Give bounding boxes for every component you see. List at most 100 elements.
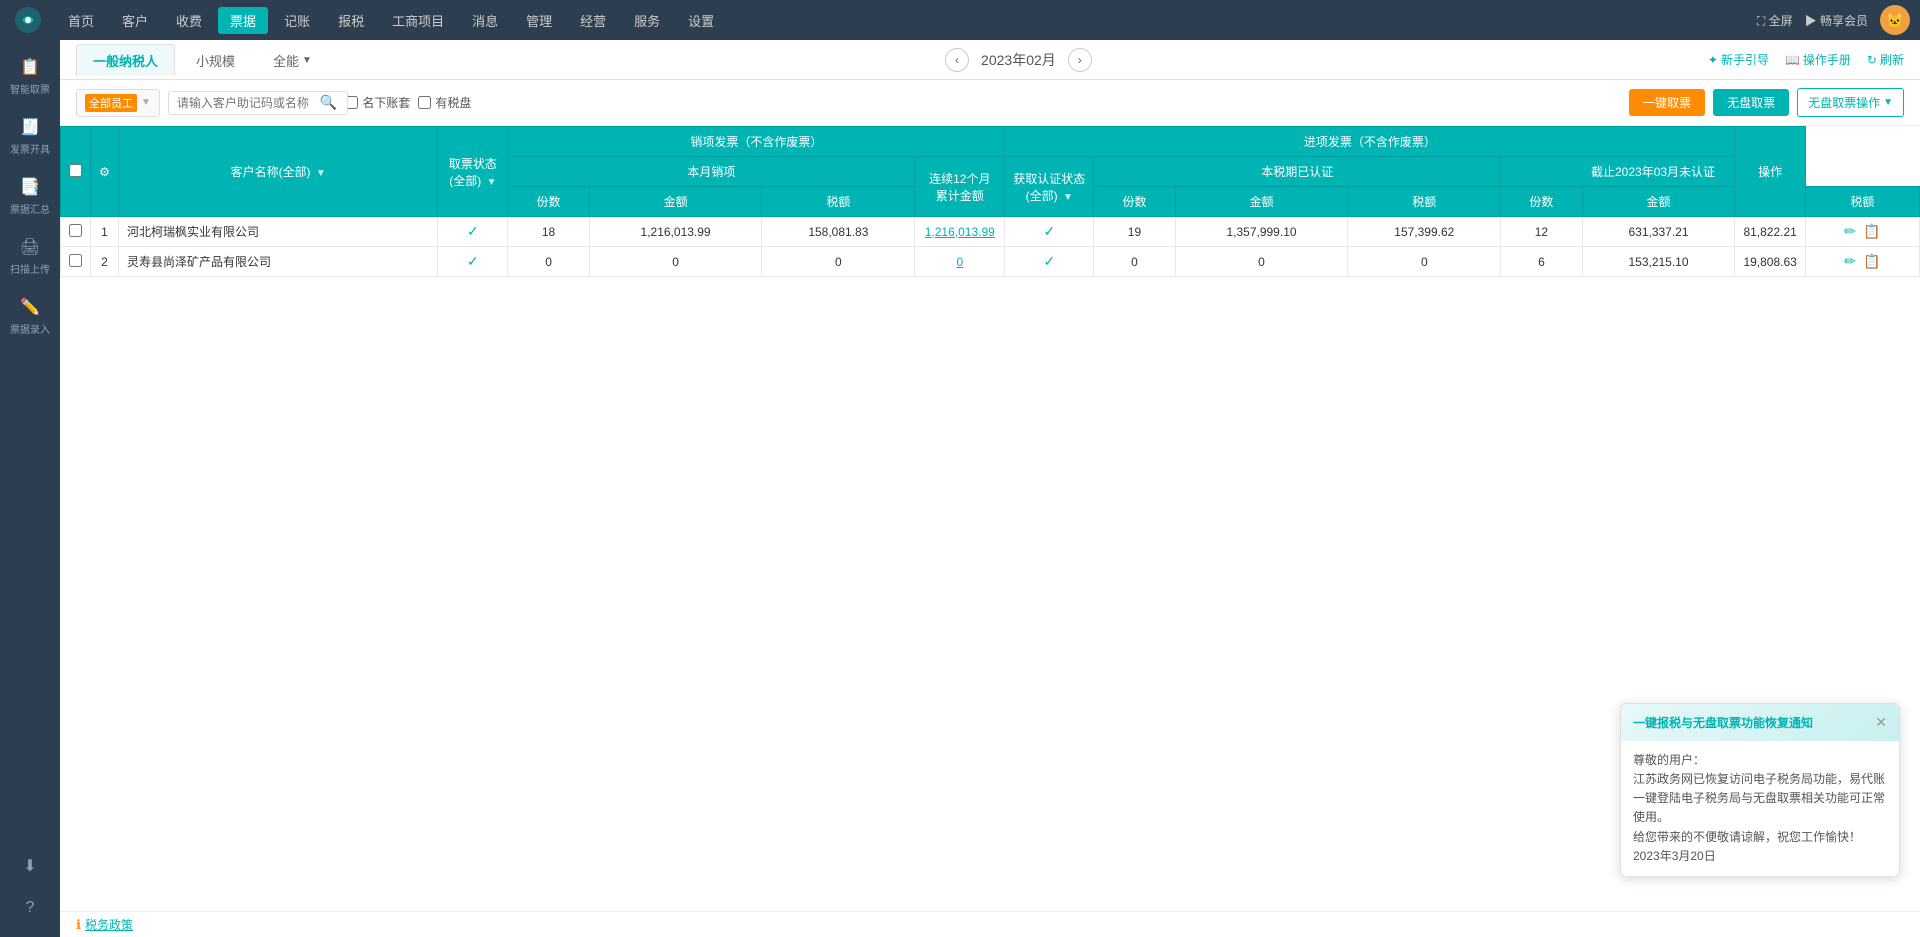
member-btn[interactable]: ▶ 畅享会员 [1805, 12, 1868, 29]
no-disk-ops-chevron: ▼ [1883, 97, 1893, 108]
checkbox-own-accounts[interactable]: 名下账套 [345, 94, 410, 111]
row-pur-uncert-amount-0: 631,337.21 [1582, 217, 1735, 247]
tab-all[interactable]: 全能 ▼ [256, 44, 329, 76]
detail-icon-0[interactable]: 📋 [1863, 223, 1880, 239]
col-pur-uncert-amount: 金额 [1582, 187, 1735, 217]
nav-tax[interactable]: 报税 [326, 7, 376, 34]
auth-status-filter-icon: ▼ [1063, 192, 1073, 203]
toolbar-right: 一键取票 无盘取票 无盘取票操作 ▼ [1629, 88, 1904, 117]
notification-body: 尊敬的用户： 江苏政务网已恢复访问电子税务局功能，易代账一键登陆电子税务局与无盘… [1621, 741, 1899, 876]
new-guide-btn[interactable]: ✦ 新手引导 [1708, 51, 1769, 68]
sidebar-item-smart-fetch[interactable]: 📋 智能取票 [0, 48, 60, 104]
main-table: ⚙ 客户名称(全部) ▼ 取票状态(全部) ▼ 销项发票（不含作废票） 进项发票… [60, 126, 1920, 277]
nav-operation[interactable]: 经营 [568, 7, 618, 34]
nav-message[interactable]: 消息 [460, 7, 510, 34]
avatar[interactable]: 🐱 [1880, 5, 1910, 35]
nav-settings[interactable]: 设置 [676, 7, 726, 34]
row-pur-cert-amount-0: 1,357,999.10 [1175, 217, 1348, 247]
row-auth-status-1: ✓ [1005, 247, 1094, 277]
sidebar-item-invoice-summary[interactable]: 📑 票据汇总 [0, 168, 60, 224]
row-pur-uncert-tax-1: 19,808.63 [1735, 247, 1805, 277]
col-pur-uncert-count: 份数 [1501, 187, 1582, 217]
toolbar: 全部员工 ▼ 🔍 名下账套 有税盘 一键取票 无盘取票 无盘取票操作 ▼ [60, 80, 1920, 126]
row-cumulative-0[interactable]: 1,216,013.99 [915, 217, 1005, 247]
table-row: 1 河北柯瑞枫实业有限公司 ✓ 18 1,216,013.99 158,081.… [61, 217, 1920, 247]
next-period-btn[interactable]: › [1068, 48, 1092, 72]
invoice-summary-icon: 📑 [19, 176, 41, 198]
row-cancel-status-0: ✓ [438, 217, 508, 247]
row-pur-cert-tax-1: 0 [1348, 247, 1501, 277]
nav-items: 首页 客户 收费 票据 记账 报税 工商项目 消息 管理 经营 服务 设置 [56, 7, 1757, 34]
nav-fee[interactable]: 收费 [164, 7, 214, 34]
fullscreen-btn[interactable]: ⛶ 全屏 [1757, 12, 1793, 29]
table-row: 2 灵寿县尚泽矿产品有限公司 ✓ 0 0 0 0 ✓ 0 0 0 6 153,2… [61, 247, 1920, 277]
period-label: 2023年02月 [981, 50, 1056, 70]
nav-manage[interactable]: 管理 [514, 7, 564, 34]
row-checkbox-0[interactable] [61, 217, 91, 247]
tax-policy-link[interactable]: 税务政策 [85, 916, 133, 933]
sidebar-item-invoice-open[interactable]: 🧾 发票开具 [0, 108, 60, 164]
col-purchase-certified-header: 本税期已认证 [1094, 157, 1501, 187]
sidebar-bottom: ⬇ ? [15, 847, 45, 937]
row-pur-cert-count-1: 0 [1094, 247, 1175, 277]
tab-bar: 一般纳税人 小规模 全能 ▼ ‹ 2023年02月 › ✦ 新手引导 📖 操作手… [60, 40, 1920, 80]
row-cumulative-1[interactable]: 0 [915, 247, 1005, 277]
sidebar-download[interactable]: ⬇ [15, 847, 45, 885]
detail-icon-1[interactable]: 📋 [1863, 253, 1880, 269]
nav-invoice[interactable]: 票据 [218, 7, 268, 34]
cancel-status-filter-icon: ▼ [487, 177, 497, 188]
manual-btn[interactable]: 📖 操作手册 [1785, 51, 1851, 68]
notification-text: 尊敬的用户： 江苏政务网已恢复访问电子税务局功能，易代账一键登陆电子税务局与无盘… [1633, 751, 1887, 866]
one-key-fetch-btn[interactable]: 一键取票 [1629, 89, 1705, 116]
sidebar-label-smart-fetch: 智能取票 [10, 81, 50, 96]
row-checkbox-1[interactable] [61, 247, 91, 277]
col-cancel-status-header: 取票状态(全部) ▼ [438, 127, 508, 217]
row-customer-0: 河北柯瑞枫实业有限公司 [119, 217, 438, 247]
top-nav: 首页 客户 收费 票据 记账 报税 工商项目 消息 管理 经营 服务 设置 ⛶ … [0, 0, 1920, 40]
row-pur-cert-tax-0: 157,399.62 [1348, 217, 1501, 247]
employee-select-chevron: ▼ [141, 97, 151, 108]
tab-general-taxpayer[interactable]: 一般纳税人 [76, 44, 175, 76]
notification-close-btn[interactable]: ✕ [1875, 714, 1887, 731]
no-disk-fetch-btn[interactable]: 无盘取票 [1713, 89, 1789, 116]
employee-select[interactable]: 全部员工 ▼ [76, 89, 160, 117]
row-pur-uncert-count-0: 12 [1501, 217, 1582, 247]
nav-customer[interactable]: 客户 [110, 7, 160, 34]
prev-period-btn[interactable]: ‹ [945, 48, 969, 72]
tab-small-scale[interactable]: 小规模 [179, 44, 252, 76]
sidebar-item-invoice-entry[interactable]: ✏️ 票据录入 [0, 288, 60, 344]
row-sales-amount-0: 1,216,013.99 [589, 217, 762, 247]
col-sales-amount: 金额 [589, 187, 762, 217]
sidebar-item-scan-upload[interactable]: 🖨 扫描上传 [0, 228, 60, 284]
sidebar-label-invoice-summary: 票据汇总 [10, 201, 50, 216]
customer-filter-icon: ▼ [316, 168, 326, 179]
checkbox-tax-disk-input[interactable] [418, 96, 431, 109]
search-btn[interactable]: 🔍 [320, 94, 337, 111]
sidebar: 📋 智能取票 🧾 发票开具 📑 票据汇总 🖨 扫描上传 ✏️ 票据录入 ⬇ ? [0, 40, 60, 937]
sidebar-label-invoice-open: 发票开具 [10, 141, 50, 156]
checkbox-tax-disk-label: 有税盘 [435, 94, 471, 111]
edit-icon-1[interactable]: ✏ [1844, 253, 1856, 269]
row-pur-uncert-tax-0: 81,822.21 [1735, 217, 1805, 247]
col-sales-auth-status-header: 获取认证状态(全部) ▼ [1005, 157, 1094, 217]
nav-bookkeeping[interactable]: 记账 [272, 7, 322, 34]
notification-header: 一键报税与无盘取票功能恢复通知 ✕ [1621, 704, 1899, 741]
row-check-1[interactable] [69, 254, 82, 267]
checkbox-own-accounts-label: 名下账套 [362, 94, 410, 111]
no-disk-ops-label: 无盘取票操作 [1808, 94, 1880, 111]
invoice-entry-icon: ✏️ [19, 296, 41, 318]
col-sales-count: 份数 [508, 187, 589, 217]
no-disk-ops-btn[interactable]: 无盘取票操作 ▼ [1797, 88, 1904, 117]
nav-service[interactable]: 服务 [622, 7, 672, 34]
sidebar-help[interactable]: ? [15, 889, 45, 927]
select-all-checkbox[interactable] [69, 164, 82, 177]
sidebar-label-scan-upload: 扫描上传 [10, 261, 50, 276]
refresh-btn[interactable]: ↻ 刷新 [1867, 51, 1904, 68]
row-sales-tax-1: 0 [762, 247, 915, 277]
nav-business[interactable]: 工商项目 [380, 7, 456, 34]
nav-home[interactable]: 首页 [56, 7, 106, 34]
edit-icon-0[interactable]: ✏ [1844, 223, 1856, 239]
row-check-0[interactable] [69, 224, 82, 237]
row-pur-cert-amount-1: 0 [1175, 247, 1348, 277]
checkbox-tax-disk[interactable]: 有税盘 [418, 94, 471, 111]
